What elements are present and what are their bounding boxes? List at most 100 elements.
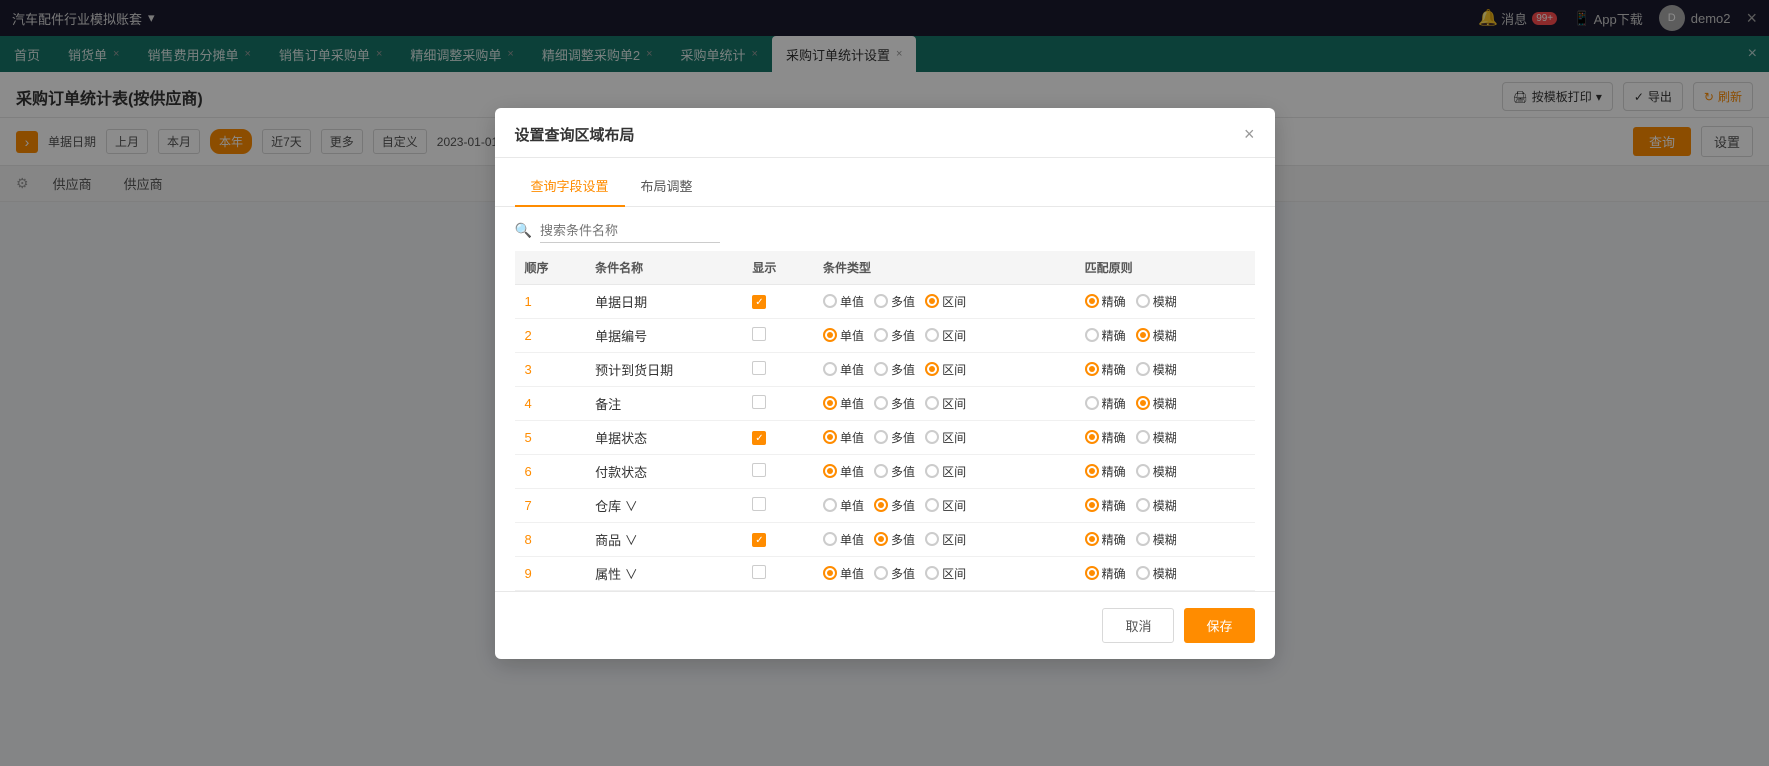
row-match-cell: 精确模糊 bbox=[1075, 386, 1255, 420]
display-checkbox[interactable] bbox=[752, 565, 766, 579]
radio-circle bbox=[1085, 464, 1099, 478]
radio-circle bbox=[874, 532, 888, 546]
match-radio-精确[interactable]: 精确 bbox=[1085, 463, 1126, 480]
match-radio-精确[interactable]: 精确 bbox=[1085, 293, 1126, 310]
row-condition-name: 商品 ∨ bbox=[585, 522, 742, 556]
type-radio-区间[interactable]: 区间 bbox=[925, 531, 966, 548]
row-display-cell[interactable] bbox=[742, 352, 813, 386]
radio-circle bbox=[925, 566, 939, 580]
dialog-search-input[interactable] bbox=[540, 219, 720, 243]
type-radio-区间[interactable]: 区间 bbox=[925, 565, 966, 582]
display-checkbox[interactable] bbox=[752, 463, 766, 477]
table-row: 6付款状态单值多值区间精确模糊 bbox=[515, 454, 1255, 488]
match-radio-精确[interactable]: 精确 bbox=[1085, 395, 1126, 412]
match-radio-精确[interactable]: 精确 bbox=[1085, 531, 1126, 548]
type-radio-单值[interactable]: 单值 bbox=[823, 327, 864, 344]
radio-circle bbox=[1136, 362, 1150, 376]
display-checkbox[interactable] bbox=[752, 395, 766, 409]
match-radio-模糊[interactable]: 模糊 bbox=[1136, 497, 1177, 514]
tab-layout-label: 布局调整 bbox=[641, 179, 693, 194]
match-radio-精确[interactable]: 精确 bbox=[1085, 565, 1126, 582]
type-radio-多值[interactable]: 多值 bbox=[874, 293, 915, 310]
row-condition-name: 单据编号 bbox=[585, 318, 742, 352]
row-order: 5 bbox=[515, 420, 586, 454]
type-radio-区间[interactable]: 区间 bbox=[925, 463, 966, 480]
type-radio-区间[interactable]: 区间 bbox=[925, 293, 966, 310]
row-display-cell[interactable] bbox=[742, 556, 813, 590]
type-radio-单值[interactable]: 单值 bbox=[823, 429, 864, 446]
type-radio-区间[interactable]: 区间 bbox=[925, 497, 966, 514]
radio-circle bbox=[1085, 328, 1099, 342]
row-condition-name: 单据日期 bbox=[585, 284, 742, 318]
radio-circle bbox=[823, 294, 837, 308]
radio-circle bbox=[1136, 396, 1150, 410]
match-radio-模糊[interactable]: 模糊 bbox=[1136, 463, 1177, 480]
row-display-cell[interactable] bbox=[742, 454, 813, 488]
type-radio-多值[interactable]: 多值 bbox=[874, 395, 915, 412]
row-display-cell[interactable]: ✓ bbox=[742, 284, 813, 318]
match-radio-精确[interactable]: 精确 bbox=[1085, 497, 1126, 514]
type-radio-单值[interactable]: 单值 bbox=[823, 361, 864, 378]
match-radio-模糊[interactable]: 模糊 bbox=[1136, 395, 1177, 412]
tab-layout[interactable]: 布局调整 bbox=[625, 170, 709, 207]
match-radio-模糊[interactable]: 模糊 bbox=[1136, 361, 1177, 378]
radio-circle bbox=[1085, 430, 1099, 444]
radio-circle bbox=[1136, 532, 1150, 546]
type-radio-区间[interactable]: 区间 bbox=[925, 361, 966, 378]
type-radio-单值[interactable]: 单值 bbox=[823, 463, 864, 480]
display-checkbox[interactable]: ✓ bbox=[752, 295, 766, 309]
type-radio-多值[interactable]: 多值 bbox=[874, 531, 915, 548]
row-display-cell[interactable] bbox=[742, 386, 813, 420]
type-radio-多值[interactable]: 多值 bbox=[874, 429, 915, 446]
cancel-button[interactable]: 取消 bbox=[1102, 608, 1174, 643]
radio-circle bbox=[925, 464, 939, 478]
match-radio-精确[interactable]: 精确 bbox=[1085, 361, 1126, 378]
radio-circle bbox=[1136, 498, 1150, 512]
row-type-cell: 单值多值区间 bbox=[813, 284, 1075, 318]
display-checkbox[interactable] bbox=[752, 327, 766, 341]
match-radio-精确[interactable]: 精确 bbox=[1085, 327, 1126, 344]
table-row: 2单据编号单值多值区间精确模糊 bbox=[515, 318, 1255, 352]
radio-circle bbox=[823, 566, 837, 580]
radio-circle bbox=[874, 430, 888, 444]
save-button[interactable]: 保存 bbox=[1184, 608, 1254, 643]
table-row: 8商品 ∨✓单值多值区间精确模糊 bbox=[515, 522, 1255, 556]
tab-fields[interactable]: 查询字段设置 bbox=[515, 170, 625, 207]
display-checkbox[interactable] bbox=[752, 497, 766, 511]
type-radio-单值[interactable]: 单值 bbox=[823, 497, 864, 514]
type-radio-单值[interactable]: 单值 bbox=[823, 531, 864, 548]
type-radio-区间[interactable]: 区间 bbox=[925, 395, 966, 412]
match-radio-模糊[interactable]: 模糊 bbox=[1136, 531, 1177, 548]
dialog-close-button[interactable]: × bbox=[1244, 124, 1255, 145]
dialog-table-wrap: 顺序 条件名称 显示 条件类型 匹配原则 1单据日期✓单值多值区间精确模糊2单据… bbox=[495, 251, 1275, 591]
dialog-search-area: 🔍 bbox=[495, 207, 1275, 251]
match-radio-模糊[interactable]: 模糊 bbox=[1136, 565, 1177, 582]
radio-circle bbox=[874, 498, 888, 512]
type-radio-多值[interactable]: 多值 bbox=[874, 327, 915, 344]
radio-circle bbox=[925, 430, 939, 444]
display-checkbox[interactable] bbox=[752, 361, 766, 375]
row-display-cell[interactable]: ✓ bbox=[742, 522, 813, 556]
type-radio-区间[interactable]: 区间 bbox=[925, 429, 966, 446]
col-name: 条件名称 bbox=[585, 251, 742, 285]
match-radio-模糊[interactable]: 模糊 bbox=[1136, 293, 1177, 310]
type-radio-单值[interactable]: 单值 bbox=[823, 395, 864, 412]
row-display-cell[interactable] bbox=[742, 318, 813, 352]
radio-circle bbox=[874, 294, 888, 308]
row-display-cell[interactable] bbox=[742, 488, 813, 522]
type-radio-多值[interactable]: 多值 bbox=[874, 463, 915, 480]
row-condition-name: 备注 bbox=[585, 386, 742, 420]
type-radio-多值[interactable]: 多值 bbox=[874, 497, 915, 514]
dialog-search-icon: 🔍 bbox=[515, 222, 532, 239]
type-radio-单值[interactable]: 单值 bbox=[823, 293, 864, 310]
match-radio-精确[interactable]: 精确 bbox=[1085, 429, 1126, 446]
display-checkbox[interactable]: ✓ bbox=[752, 431, 766, 445]
type-radio-多值[interactable]: 多值 bbox=[874, 361, 915, 378]
type-radio-单值[interactable]: 单值 bbox=[823, 565, 864, 582]
row-display-cell[interactable]: ✓ bbox=[742, 420, 813, 454]
match-radio-模糊[interactable]: 模糊 bbox=[1136, 327, 1177, 344]
match-radio-模糊[interactable]: 模糊 bbox=[1136, 429, 1177, 446]
display-checkbox[interactable]: ✓ bbox=[752, 533, 766, 547]
type-radio-区间[interactable]: 区间 bbox=[925, 327, 966, 344]
type-radio-多值[interactable]: 多值 bbox=[874, 565, 915, 582]
